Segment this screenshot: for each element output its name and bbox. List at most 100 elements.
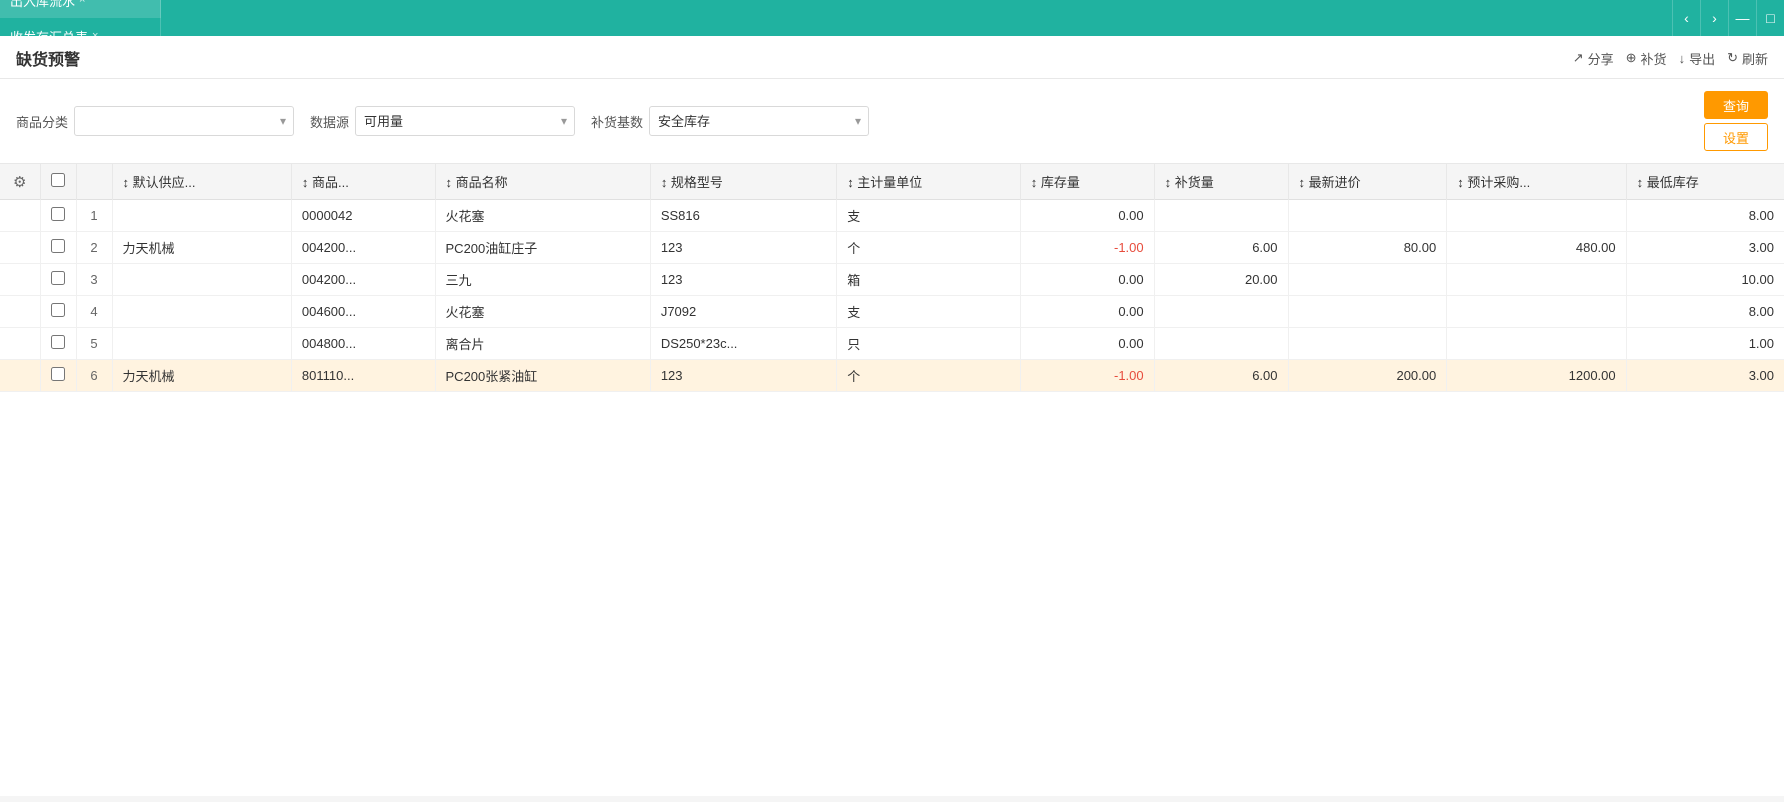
col-price-label: ↕ 最新进价 bbox=[1299, 175, 1361, 190]
tab-close-icon-5[interactable]: × bbox=[79, 0, 85, 6]
page-header: 缺货预警 ↗ 分享 ⊕ 补货 ↓ 导出 ↻ 刷新 bbox=[0, 36, 1784, 79]
row-checkbox-5[interactable] bbox=[51, 367, 65, 381]
row-supplier-3 bbox=[112, 296, 291, 328]
row-stock-0: 0.00 bbox=[1020, 200, 1154, 232]
minimize-button[interactable]: — bbox=[1728, 0, 1756, 36]
replenish-label: 补货基数 bbox=[591, 112, 643, 131]
row-gear-cell-5 bbox=[0, 360, 40, 392]
next-tab-button[interactable]: › bbox=[1700, 0, 1728, 36]
col-supplier-header[interactable]: ↕ 默认供应... bbox=[112, 164, 291, 200]
col-unit-header[interactable]: ↕ 主计量单位 bbox=[837, 164, 1021, 200]
row-checkbox-cell-0 bbox=[40, 200, 76, 232]
row-stock-2: 0.00 bbox=[1020, 264, 1154, 296]
topbar-tab-5[interactable]: 出入库流水 × bbox=[0, 0, 161, 18]
row-checkbox-cell-3 bbox=[40, 296, 76, 328]
datasource-filter-group: 数据源 可用量 bbox=[310, 106, 575, 136]
row-replenish-3 bbox=[1154, 296, 1288, 328]
col-spec-header[interactable]: ↕ 规格型号 bbox=[650, 164, 836, 200]
row-code-4: 004800... bbox=[291, 328, 435, 360]
row-minstock-2: 10.00 bbox=[1626, 264, 1784, 296]
replenish-select-wrapper: 安全库存 bbox=[649, 106, 869, 136]
share-icon: ↗ bbox=[1573, 50, 1584, 66]
tab-close-icon-6[interactable]: × bbox=[92, 30, 98, 36]
col-estimated-header[interactable]: ↕ 预计采购... bbox=[1447, 164, 1626, 200]
row-checkbox-cell-4 bbox=[40, 328, 76, 360]
datasource-select[interactable]: 可用量 bbox=[355, 106, 575, 136]
row-checkbox-3[interactable] bbox=[51, 303, 65, 317]
row-replenish-1: 6.00 bbox=[1154, 232, 1288, 264]
row-spec-0: SS816 bbox=[650, 200, 836, 232]
col-replenish-label: ↕ 补货量 bbox=[1165, 175, 1214, 190]
col-minstock-header[interactable]: ↕ 最低库存 bbox=[1626, 164, 1784, 200]
share-action[interactable]: ↗ 分享 bbox=[1573, 49, 1614, 68]
row-gear-cell-4 bbox=[0, 328, 40, 360]
row-name-5: PC200张紧油缸 bbox=[435, 360, 650, 392]
row-spec-3: J7092 bbox=[650, 296, 836, 328]
row-estimated-0 bbox=[1447, 200, 1626, 232]
row-checkbox-1[interactable] bbox=[51, 239, 65, 253]
replenish-action[interactable]: ⊕ 补货 bbox=[1626, 49, 1667, 68]
row-index-1: 2 bbox=[76, 232, 112, 264]
query-button[interactable]: 查询 bbox=[1704, 91, 1768, 119]
row-checkbox-4[interactable] bbox=[51, 335, 65, 349]
col-checkbox-header bbox=[40, 164, 76, 200]
row-unit-5: 个 bbox=[837, 360, 1021, 392]
row-gear-cell-3 bbox=[0, 296, 40, 328]
row-name-3: 火花塞 bbox=[435, 296, 650, 328]
export-action[interactable]: ↓ 导出 bbox=[1679, 49, 1716, 68]
maximize-button[interactable]: □ bbox=[1756, 0, 1784, 36]
table-header-row: ⚙ ↕ 默认供应... ↕ 商品... ↕ 商品名称 bbox=[0, 164, 1784, 200]
row-price-5: 200.00 bbox=[1288, 360, 1447, 392]
col-name-header[interactable]: ↕ 商品名称 bbox=[435, 164, 650, 200]
row-estimated-4 bbox=[1447, 328, 1626, 360]
data-table: ⚙ ↕ 默认供应... ↕ 商品... ↕ 商品名称 bbox=[0, 164, 1784, 392]
row-name-0: 火花塞 bbox=[435, 200, 650, 232]
datasource-label: 数据源 bbox=[310, 112, 349, 131]
gear-settings-icon[interactable]: ⚙ bbox=[13, 173, 26, 191]
row-gear-cell-1 bbox=[0, 232, 40, 264]
category-label: 商品分类 bbox=[16, 112, 68, 131]
row-price-3 bbox=[1288, 296, 1447, 328]
page-title: 缺货预警 bbox=[16, 46, 80, 70]
row-estimated-2 bbox=[1447, 264, 1626, 296]
row-unit-0: 支 bbox=[837, 200, 1021, 232]
row-stock-4: 0.00 bbox=[1020, 328, 1154, 360]
table-row: 5004800...离合片DS250*23c...只0.001.00 bbox=[0, 328, 1784, 360]
row-checkbox-0[interactable] bbox=[51, 207, 65, 221]
row-price-1: 80.00 bbox=[1288, 232, 1447, 264]
app-root: 首页拣货异常处理 ×现存量（库存状况表） ×现存量（库存分布表） ×库存批次账 … bbox=[0, 0, 1784, 796]
col-price-header[interactable]: ↕ 最新进价 bbox=[1288, 164, 1447, 200]
row-supplier-1: 力天机械 bbox=[112, 232, 291, 264]
category-select-wrapper bbox=[74, 106, 294, 136]
table-row: 3004200...三九123箱0.0020.0010.00 bbox=[0, 264, 1784, 296]
row-unit-4: 只 bbox=[837, 328, 1021, 360]
row-code-5: 801110... bbox=[291, 360, 435, 392]
col-name-label: ↕ 商品名称 bbox=[446, 175, 508, 190]
col-code-header[interactable]: ↕ 商品... bbox=[291, 164, 435, 200]
col-replenish-header[interactable]: ↕ 补货量 bbox=[1154, 164, 1288, 200]
refresh-action[interactable]: ↻ 刷新 bbox=[1727, 49, 1768, 68]
prev-tab-button[interactable]: ‹ bbox=[1672, 0, 1700, 36]
topbar-tab-6[interactable]: 收发存汇总表 × bbox=[0, 18, 161, 36]
row-spec-1: 123 bbox=[650, 232, 836, 264]
filter-actions: 查询 设置 bbox=[1704, 91, 1768, 151]
row-index-0: 1 bbox=[76, 200, 112, 232]
replenish-select[interactable]: 安全库存 bbox=[649, 106, 869, 136]
category-filter-group: 商品分类 bbox=[16, 106, 294, 136]
row-price-0 bbox=[1288, 200, 1447, 232]
row-minstock-3: 8.00 bbox=[1626, 296, 1784, 328]
row-code-2: 004200... bbox=[291, 264, 435, 296]
row-index-3: 4 bbox=[76, 296, 112, 328]
select-all-checkbox[interactable] bbox=[51, 173, 65, 187]
col-stock-header[interactable]: ↕ 库存量 bbox=[1020, 164, 1154, 200]
row-replenish-4 bbox=[1154, 328, 1288, 360]
topbar: 首页拣货异常处理 ×现存量（库存状况表） ×现存量（库存分布表） ×库存批次账 … bbox=[0, 0, 1784, 36]
category-select[interactable] bbox=[74, 106, 294, 136]
row-code-0: 0000042 bbox=[291, 200, 435, 232]
row-name-2: 三九 bbox=[435, 264, 650, 296]
export-label: 导出 bbox=[1689, 49, 1715, 68]
settings-button[interactable]: 设置 bbox=[1704, 123, 1768, 151]
share-label: 分享 bbox=[1588, 49, 1614, 68]
row-checkbox-2[interactable] bbox=[51, 271, 65, 285]
row-unit-3: 支 bbox=[837, 296, 1021, 328]
